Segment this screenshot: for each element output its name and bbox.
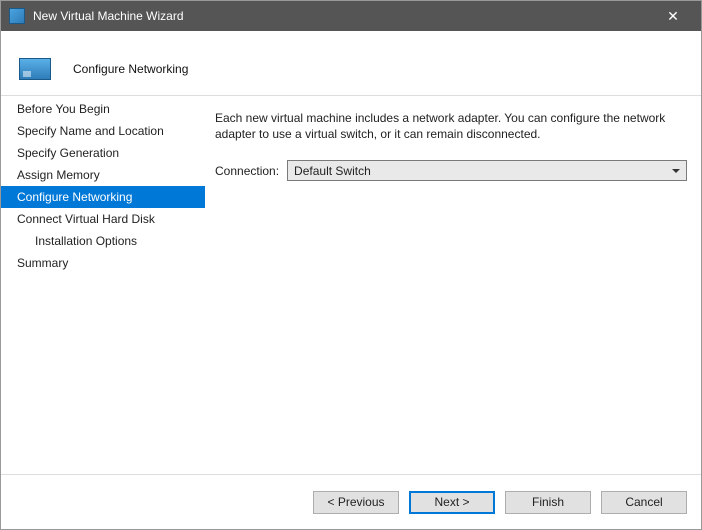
next-button[interactable]: Next > [409, 491, 495, 514]
sidebar-item-label: Connect Virtual Hard Disk [17, 212, 155, 226]
cancel-button[interactable]: Cancel [601, 491, 687, 514]
description-text: Each new virtual machine includes a netw… [215, 110, 687, 142]
titlebar: New Virtual Machine Wizard ✕ [1, 1, 701, 31]
sidebar-item-label: Specify Generation [17, 146, 119, 160]
sidebar-item-assign-memory[interactable]: Assign Memory [1, 164, 205, 186]
chevron-down-icon [672, 169, 680, 173]
connection-select-value: Default Switch [294, 164, 371, 178]
wizard-content: Each new virtual machine includes a netw… [205, 96, 701, 474]
sidebar-item-label: Before You Begin [17, 102, 110, 116]
sidebar-item-configure-networking[interactable]: Configure Networking [1, 186, 205, 208]
sidebar-item-summary[interactable]: Summary [1, 252, 205, 274]
window-title: New Virtual Machine Wizard [33, 9, 653, 23]
sidebar-item-specify-name[interactable]: Specify Name and Location [1, 120, 205, 142]
sidebar-item-installation-options[interactable]: Installation Options [1, 230, 205, 252]
finish-button[interactable]: Finish [505, 491, 591, 514]
close-icon[interactable]: ✕ [653, 1, 693, 31]
wizard-footer: < Previous Next > Finish Cancel [1, 474, 701, 529]
sidebar-item-connect-vhd[interactable]: Connect Virtual Hard Disk [1, 208, 205, 230]
wizard-body: Before You Begin Specify Name and Locati… [1, 96, 701, 474]
wizard-header-icon [19, 58, 51, 80]
sidebar-item-label: Installation Options [35, 234, 137, 248]
wizard-steps-sidebar: Before You Begin Specify Name and Locati… [1, 96, 205, 474]
wizard-header: Configure Networking [1, 31, 701, 96]
sidebar-item-label: Configure Networking [17, 190, 132, 204]
page-title: Configure Networking [73, 62, 188, 76]
sidebar-item-before-you-begin[interactable]: Before You Begin [1, 98, 205, 120]
sidebar-item-label: Assign Memory [17, 168, 100, 182]
previous-button[interactable]: < Previous [313, 491, 399, 514]
connection-field: Connection: Default Switch [215, 160, 687, 181]
app-icon [9, 8, 25, 24]
sidebar-item-label: Specify Name and Location [17, 124, 164, 138]
connection-label: Connection: [215, 164, 279, 178]
sidebar-item-label: Summary [17, 256, 68, 270]
connection-select[interactable]: Default Switch [287, 160, 687, 181]
sidebar-item-specify-generation[interactable]: Specify Generation [1, 142, 205, 164]
